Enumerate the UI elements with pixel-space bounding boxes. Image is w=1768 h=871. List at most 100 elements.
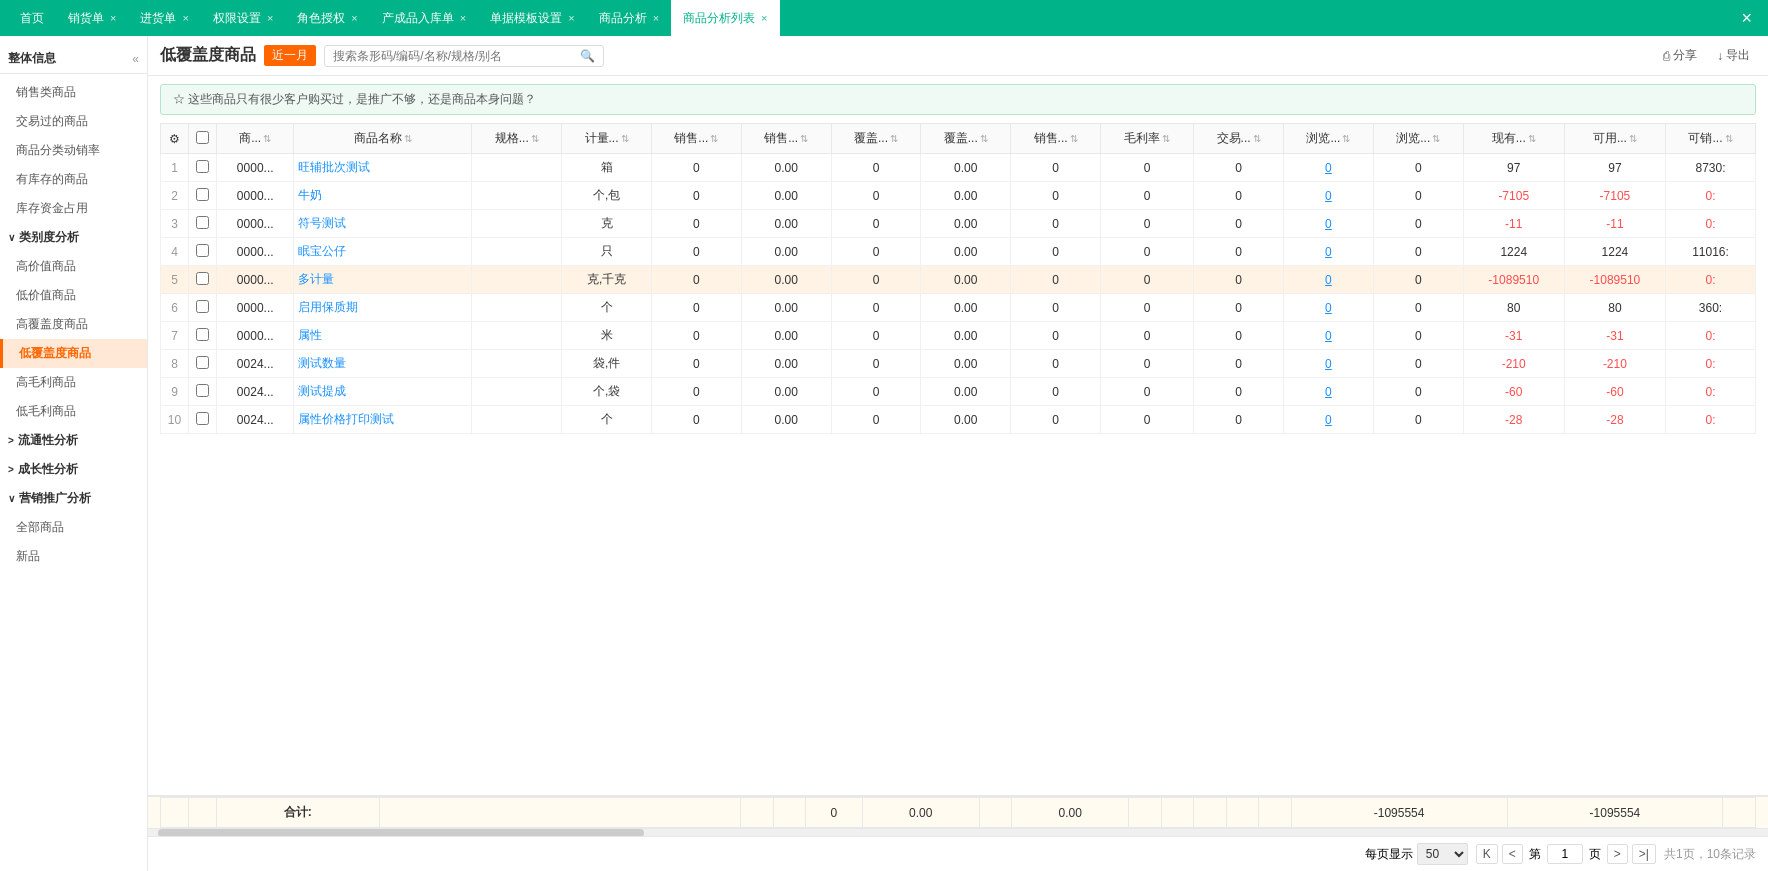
row-browse1[interactable]: 0	[1284, 406, 1374, 434]
spec-col-header[interactable]: 规格...⇅	[472, 124, 562, 154]
row-checkbox-cell[interactable]	[189, 322, 217, 350]
checkbox-col-header[interactable]	[189, 124, 217, 154]
row-checkbox-cell[interactable]	[189, 350, 217, 378]
row-name[interactable]: 眠宝公仔	[294, 238, 472, 266]
row-checkbox-cell[interactable]	[189, 294, 217, 322]
name-col-header[interactable]: 商品名称⇅	[294, 124, 472, 154]
nav-product-inbound[interactable]: 产成品入库单 ×	[370, 0, 478, 36]
row-checkbox-cell[interactable]	[189, 182, 217, 210]
sidebar-item-high-margin[interactable]: 高毛利商品	[0, 368, 147, 397]
cover2-col-header[interactable]: 覆盖...⇅	[921, 124, 1011, 154]
row-browse1[interactable]: 0	[1284, 350, 1374, 378]
row-browse1[interactable]: 0	[1284, 154, 1374, 182]
cover1-col-header[interactable]: 覆盖...⇅	[831, 124, 921, 154]
row-checkbox[interactable]	[196, 188, 209, 201]
nav-template-settings[interactable]: 单据模板设置 ×	[478, 0, 586, 36]
row-name[interactable]: 多计量	[294, 266, 472, 294]
sidebar-group-category-analysis[interactable]: ∨ 类别度分析	[0, 223, 147, 252]
next-page-button[interactable]: >	[1607, 844, 1628, 864]
nav-product-analysis-list[interactable]: 商品分析列表 ×	[671, 0, 779, 36]
available-stock-col-header[interactable]: 可用...⇅	[1564, 124, 1665, 154]
row-name[interactable]: 符号测试	[294, 210, 472, 238]
row-name[interactable]: 牛奶	[294, 182, 472, 210]
sidebar-item-low-value[interactable]: 低价值商品	[0, 281, 147, 310]
row-browse1[interactable]: 0	[1284, 322, 1374, 350]
row-name[interactable]: 测试提成	[294, 378, 472, 406]
sidebar-item-sales-products[interactable]: 销售类商品	[0, 78, 147, 107]
last-page-button[interactable]: >|	[1632, 844, 1656, 864]
page-number-input[interactable]	[1547, 844, 1583, 864]
sidebar-group-marketing[interactable]: ∨ 营销推广分析	[0, 484, 147, 513]
sidebar-collapse-icon[interactable]: «	[132, 52, 139, 66]
row-checkbox-cell[interactable]	[189, 238, 217, 266]
close-icon[interactable]: ×	[267, 12, 273, 24]
nav-home[interactable]: 首页	[8, 0, 56, 36]
trade-col-header[interactable]: 交易...⇅	[1194, 124, 1284, 154]
row-browse1[interactable]: 0	[1284, 238, 1374, 266]
sales-qty-col-header[interactable]: 销售...⇅	[651, 124, 741, 154]
row-name[interactable]: 属性	[294, 322, 472, 350]
search-input[interactable]	[333, 49, 576, 63]
close-icon[interactable]: ×	[351, 12, 357, 24]
sidebar-group-circulation[interactable]: > 流通性分析	[0, 426, 147, 455]
export-button[interactable]: ↓ 导出	[1711, 44, 1756, 67]
nav-permission-settings[interactable]: 权限设置 ×	[201, 0, 285, 36]
close-icon[interactable]: ×	[761, 12, 767, 24]
close-icon[interactable]: ×	[653, 12, 659, 24]
prev-page-button[interactable]: <	[1502, 844, 1523, 864]
sidebar-item-low-coverage[interactable]: 低覆盖度商品	[0, 339, 147, 368]
close-icon[interactable]: ×	[182, 12, 188, 24]
first-page-button[interactable]: K	[1476, 844, 1498, 864]
sales-amt-col-header[interactable]: 销售...⇅	[741, 124, 831, 154]
row-checkbox[interactable]	[196, 328, 209, 341]
row-browse1[interactable]: 0	[1284, 182, 1374, 210]
current-stock-col-header[interactable]: 现有...⇅	[1463, 124, 1564, 154]
close-icon[interactable]: ×	[568, 12, 574, 24]
row-checkbox-cell[interactable]	[189, 154, 217, 182]
row-browse1[interactable]: 0	[1284, 210, 1374, 238]
row-checkbox-cell[interactable]	[189, 378, 217, 406]
row-checkbox[interactable]	[196, 216, 209, 229]
table-container[interactable]: ⚙ 商...⇅ 商品名称⇅ 规格...⇅ 计量...⇅ 销售...⇅ 销售...…	[148, 123, 1768, 795]
row-name[interactable]: 属性价格打印测试	[294, 406, 472, 434]
browse2-col-header[interactable]: 浏览...⇅	[1373, 124, 1463, 154]
sidebar-item-new-products[interactable]: 新品	[0, 542, 147, 571]
row-checkbox[interactable]	[196, 272, 209, 285]
settings-col-header[interactable]: ⚙	[161, 124, 189, 154]
nav-purchase-order[interactable]: 进货单 ×	[128, 0, 200, 36]
close-icon[interactable]: ×	[460, 12, 466, 24]
row-checkbox[interactable]	[196, 300, 209, 313]
row-browse1[interactable]: 0	[1284, 266, 1374, 294]
sidebar-item-stocked-products[interactable]: 有库存的商品	[0, 165, 147, 194]
window-close-button[interactable]: ×	[1733, 8, 1760, 29]
row-name[interactable]: 旺辅批次测试	[294, 154, 472, 182]
sidebar-item-high-coverage[interactable]: 高覆盖度商品	[0, 310, 147, 339]
row-checkbox[interactable]	[196, 160, 209, 173]
gross-margin-col-header[interactable]: 毛利率⇅	[1101, 124, 1194, 154]
time-filter-tag[interactable]: 近一月	[264, 45, 316, 66]
row-browse1[interactable]: 0	[1284, 378, 1374, 406]
row-checkbox[interactable]	[196, 384, 209, 397]
row-checkbox-cell[interactable]	[189, 210, 217, 238]
sidebar-item-all-products[interactable]: 全部商品	[0, 513, 147, 542]
sidebar-item-low-margin[interactable]: 低毛利商品	[0, 397, 147, 426]
row-name[interactable]: 测试数量	[294, 350, 472, 378]
row-checkbox[interactable]	[196, 244, 209, 257]
row-checkbox-cell[interactable]	[189, 406, 217, 434]
nav-product-analysis[interactable]: 商品分析 ×	[587, 0, 671, 36]
unit-col-header[interactable]: 计量...⇅	[562, 124, 652, 154]
select-all-checkbox[interactable]	[196, 131, 209, 144]
sales3-col-header[interactable]: 销售...⇅	[1011, 124, 1101, 154]
row-checkbox[interactable]	[196, 356, 209, 369]
sidebar-group-growth[interactable]: > 成长性分析	[0, 455, 147, 484]
settings-icon[interactable]: ⚙	[169, 132, 180, 146]
row-name[interactable]: 启用保质期	[294, 294, 472, 322]
per-page-dropdown[interactable]: 50 10 20 100	[1417, 843, 1468, 865]
close-icon[interactable]: ×	[110, 12, 116, 24]
sidebar-item-traded-products[interactable]: 交易过的商品	[0, 107, 147, 136]
browse1-col-header[interactable]: 浏览...⇅	[1284, 124, 1374, 154]
sidebar-item-inventory-capital[interactable]: 库存资金占用	[0, 194, 147, 223]
nav-sales-order[interactable]: 销货单 ×	[56, 0, 128, 36]
sidebar-item-high-value[interactable]: 高价值商品	[0, 252, 147, 281]
sellable-col-header[interactable]: 可销...⇅	[1665, 124, 1755, 154]
